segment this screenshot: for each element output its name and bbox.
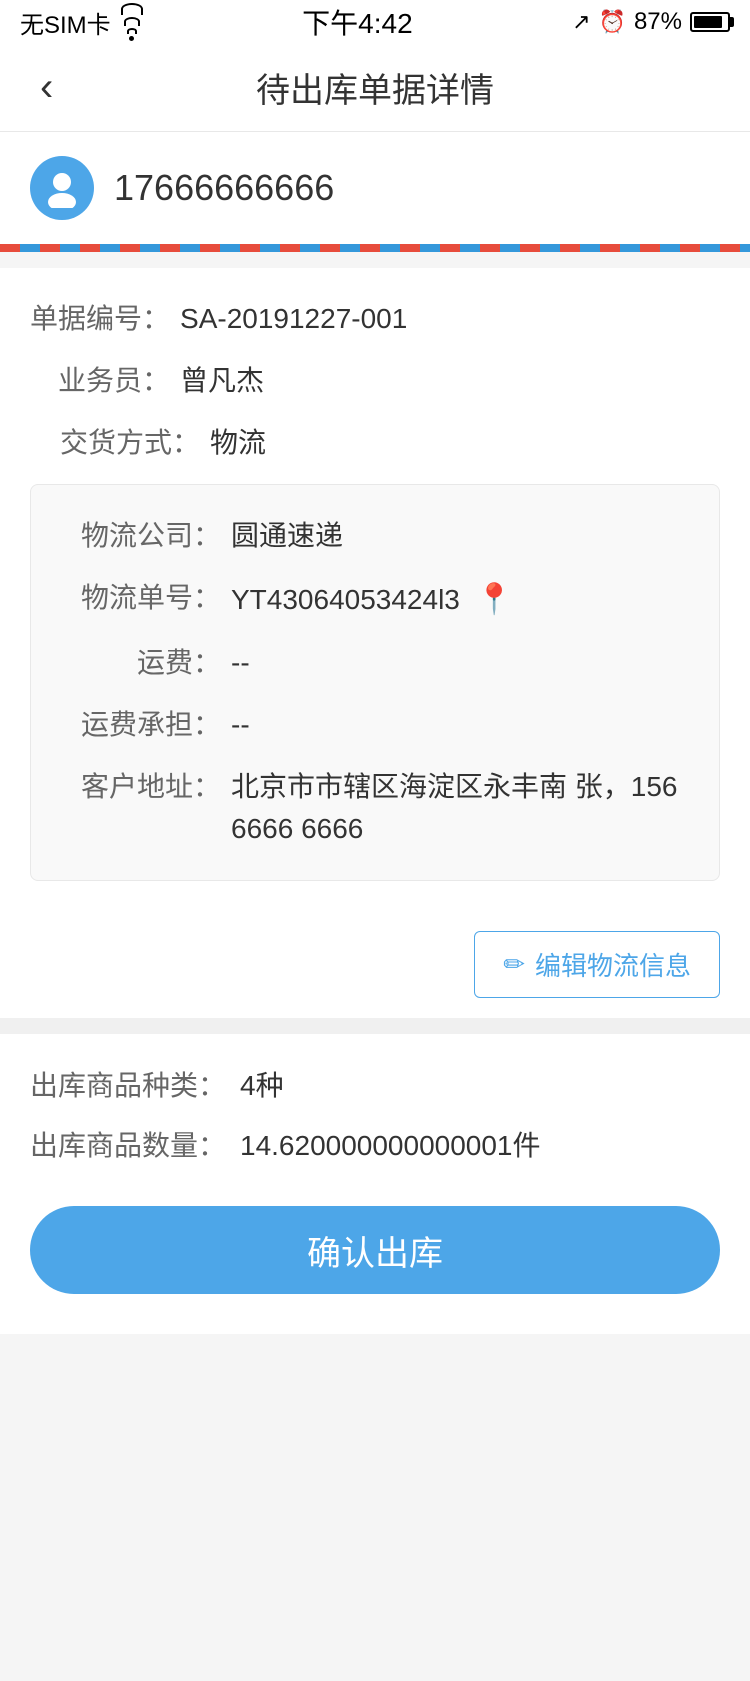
logistics-company-row: 物流公司： 圆通速递 — [61, 515, 689, 557]
user-section: 17666666666 — [0, 132, 750, 244]
delivery-method-value: 物流 — [210, 422, 720, 464]
confirm-btn-container: 确认出库 — [0, 1186, 750, 1334]
tracking-number-row: 物流单号： YT43064053424l3 📍 — [61, 577, 689, 622]
battery-percent: 87% — [634, 8, 682, 36]
address-label: 客户地址： — [61, 766, 221, 808]
logistics-company-value: 圆通速递 — [231, 515, 689, 557]
status-bar-left: 无SIM卡 — [20, 3, 143, 41]
battery-icon — [690, 12, 730, 32]
status-bar: 无SIM卡 下午4:42 ↗ ⏰ 87% — [0, 0, 750, 44]
status-bar-time: 下午4:42 — [302, 2, 413, 42]
tracking-number-label: 物流单号： — [61, 577, 221, 619]
product-types-label: 出库商品种类： — [30, 1064, 230, 1104]
dashed-separator — [0, 244, 750, 252]
tracking-number-value: YT43064053424l3 📍 — [231, 577, 689, 622]
section-divider — [0, 1018, 750, 1034]
freight-bear-label: 运费承担： — [61, 704, 221, 746]
edit-icon: ✏ — [503, 949, 525, 980]
product-types-value: 4种 — [240, 1064, 284, 1104]
order-number-value: SA-20191227-001 — [180, 298, 720, 340]
freight-value: -- — [231, 642, 689, 684]
sales-person-label: 业务员： — [30, 360, 170, 402]
summary-section: 出库商品种类： 4种 出库商品数量： 14.620000000000001件 — [0, 1034, 750, 1194]
order-number-row: 单据编号： SA-20191227-001 — [30, 298, 720, 340]
order-number-label: 单据编号： — [30, 298, 170, 340]
logistics-company-label: 物流公司： — [61, 515, 221, 557]
user-phone: 17666666666 — [114, 167, 334, 209]
freight-bear-value: -- — [231, 704, 689, 746]
freight-row: 运费： -- — [61, 642, 689, 684]
sales-person-row: 业务员： 曾凡杰 — [30, 360, 720, 402]
carrier-label: 无SIM卡 — [20, 5, 111, 40]
address-row: 客户地址： 北京市市辖区海淀区永丰南 张，156 6666 6666 — [61, 766, 689, 850]
freight-bear-row: 运费承担： -- — [61, 704, 689, 746]
main-content: 17666666666 单据编号： SA-20191227-001 业务员： 曾… — [0, 132, 750, 1681]
product-quantity-value: 14.620000000000001件 — [240, 1124, 541, 1164]
product-quantity-label: 出库商品数量： — [30, 1124, 230, 1164]
edit-btn-label: 编辑物流信息 — [535, 946, 691, 983]
back-button[interactable]: ‹ — [30, 55, 63, 120]
status-bar-right: ↗ ⏰ 87% — [572, 8, 730, 36]
location-status-icon: ↗ — [572, 9, 590, 35]
order-info-section: 单据编号： SA-20191227-001 业务员： 曾凡杰 交货方式： 物流 … — [0, 268, 750, 911]
nav-bar: ‹ 待出库单据详情 — [0, 44, 750, 132]
delivery-method-row: 交货方式： 物流 — [30, 422, 720, 464]
wifi-icon — [121, 3, 143, 41]
confirm-button[interactable]: 确认出库 — [30, 1206, 720, 1294]
delivery-method-label: 交货方式： — [30, 422, 200, 464]
avatar — [30, 156, 94, 220]
user-icon — [42, 168, 82, 208]
map-pin-icon[interactable]: 📍 — [476, 577, 513, 622]
logistics-card: 物流公司： 圆通速递 物流单号： YT43064053424l3 📍 运费： -… — [30, 484, 720, 881]
sales-person-value: 曾凡杰 — [180, 360, 720, 402]
edit-logistics-button[interactable]: ✏ 编辑物流信息 — [474, 931, 720, 998]
edit-btn-row: ✏ 编辑物流信息 — [0, 911, 750, 1018]
alarm-icon: ⏰ — [599, 9, 626, 35]
freight-label: 运费： — [61, 642, 221, 684]
product-types-row: 出库商品种类： 4种 — [30, 1064, 720, 1104]
confirm-btn-label: 确认出库 — [307, 1226, 443, 1275]
product-quantity-row: 出库商品数量： 14.620000000000001件 — [30, 1124, 720, 1164]
page-title: 待出库单据详情 — [256, 63, 494, 112]
address-value: 北京市市辖区海淀区永丰南 张，156 6666 6666 — [231, 766, 689, 850]
